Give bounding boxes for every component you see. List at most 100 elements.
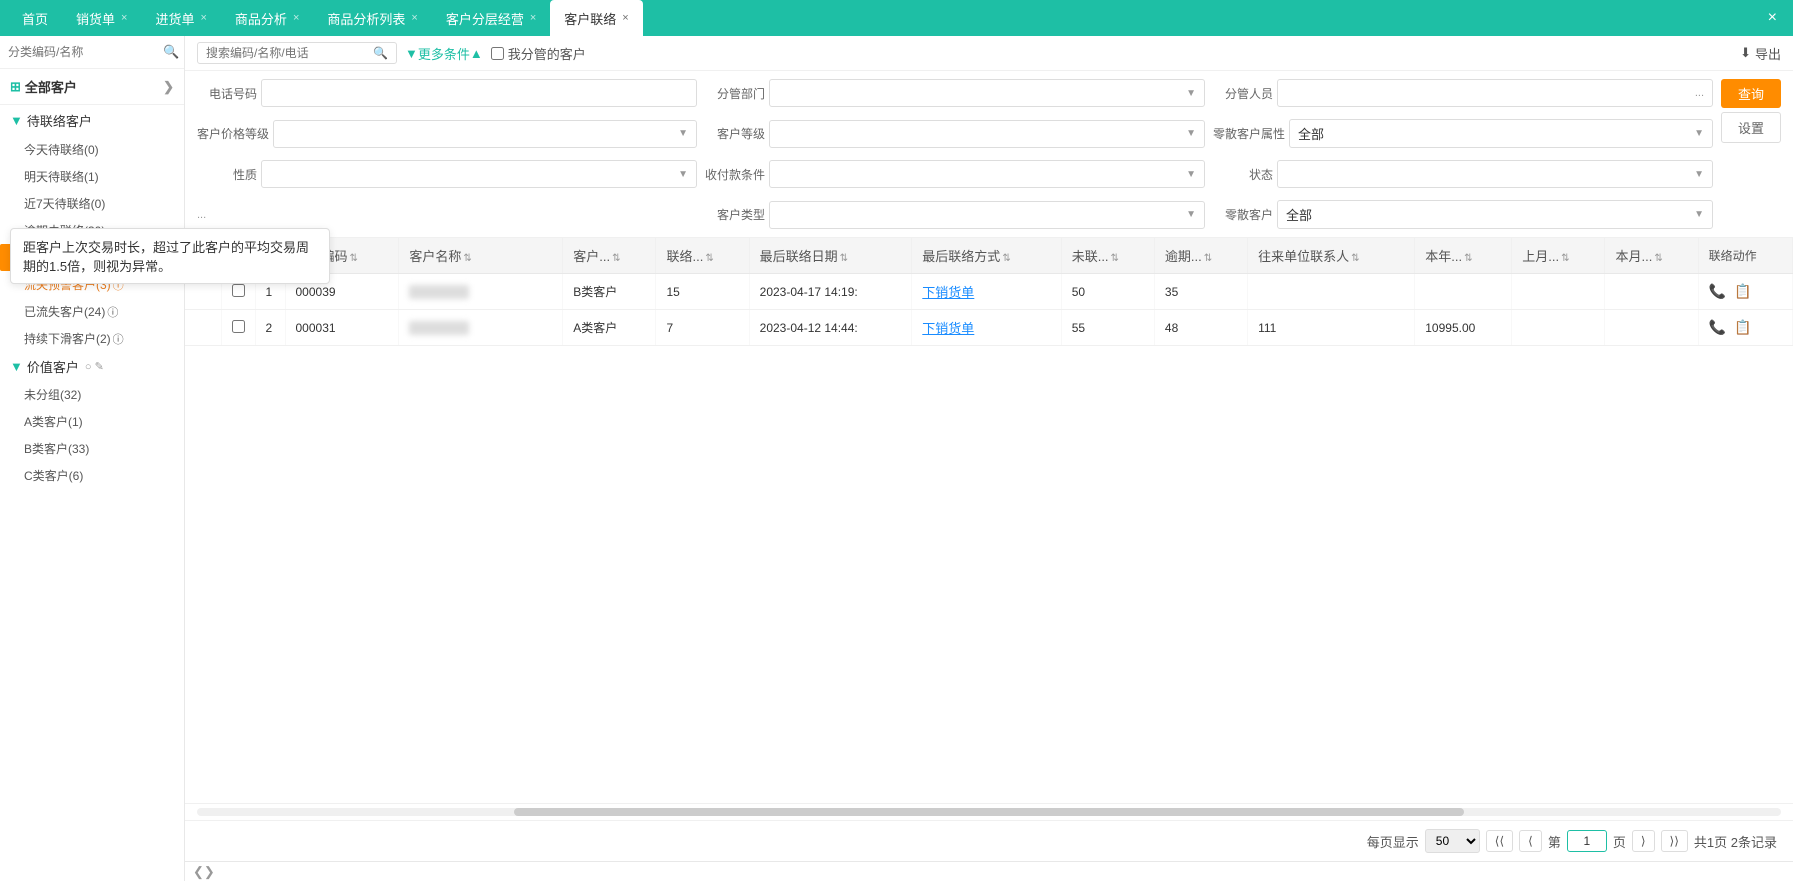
nav-product-analysis-list[interactable]: 商品分析列表 × xyxy=(313,0,431,36)
filter-customer-grade-label: 客户等级 xyxy=(705,125,765,142)
nav-customer-layered[interactable]: 客户分层经营 × xyxy=(432,0,550,36)
filter-retail-attr-select[interactable]: 全部 ▼ xyxy=(1289,119,1713,148)
nav-customer-contact[interactable]: 客户联络 × xyxy=(550,0,642,36)
tree-arrow-pending: ▼ xyxy=(10,113,23,128)
row1-last-date: 2023-04-17 14:19: xyxy=(749,274,912,310)
customer-table: ⚙ # 客户编码⇅ 客户名称⇅ 客户...⇅ xyxy=(185,238,1793,346)
tree-group-pending[interactable]: ▼ 待联络客户 xyxy=(0,105,184,136)
per-page-label: 每页显示 xyxy=(1367,832,1419,851)
sidebar-search-icon[interactable]: 🔍 xyxy=(163,44,179,60)
nav-product-analysis[interactable]: 商品分析 × xyxy=(221,0,313,36)
tree-group-value[interactable]: ▼ 价值客户 ○ ✎ xyxy=(0,352,184,381)
filter-bar: 🔍 ▼ 更多条件 ▲ 我分管的客户 ⬇ 导出 xyxy=(185,36,1793,71)
my-customers-checkbox[interactable] xyxy=(491,47,504,60)
edit-icon-value[interactable]: ○ ✎ xyxy=(85,360,104,373)
prev-page-button[interactable]: ⟨ xyxy=(1519,830,1542,852)
filter-person-label: 分管人员 xyxy=(1213,85,1273,102)
current-page-input[interactable] xyxy=(1567,830,1607,852)
row1-phone-icon[interactable]: 📞 xyxy=(1709,283,1726,300)
row2-index: 2 xyxy=(255,310,285,346)
nav-product-analysis-close[interactable]: × xyxy=(293,12,299,24)
tree-item-tomorrow[interactable]: 明天待联络(1) xyxy=(0,163,184,190)
tree-item-ungrouped[interactable]: 未分组(32) xyxy=(0,381,184,408)
col-this-year[interactable]: 本年...⇅ xyxy=(1415,238,1512,274)
filter-phone-input[interactable] xyxy=(261,79,697,107)
row2-link[interactable]: 下销货单 xyxy=(922,321,974,336)
my-customers-checkbox-area[interactable]: 我分管的客户 xyxy=(491,44,586,63)
filter-price-grade-select[interactable]: ▼ xyxy=(273,120,697,148)
window-close-button[interactable]: × xyxy=(1760,9,1785,27)
col-level[interactable]: 客户...⇅ xyxy=(563,238,656,274)
code-sort-icon: ⇅ xyxy=(350,253,358,264)
horizontal-scroll-area[interactable] xyxy=(185,803,1793,820)
this-year-sort-icon: ⇅ xyxy=(1464,253,1472,264)
search-box: 🔍 xyxy=(197,42,397,64)
filter-customer-type-select[interactable]: ▼ xyxy=(769,201,1205,229)
col-company-contacts[interactable]: 往来单位联系人⇅ xyxy=(1248,238,1415,274)
search-input[interactable] xyxy=(206,46,373,60)
export-button[interactable]: ⬇ 导出 xyxy=(1740,44,1781,63)
tree-item-class-b[interactable]: B类客户(33) xyxy=(0,435,184,462)
nav-customer-layered-close[interactable]: × xyxy=(530,12,536,24)
filter-status-select[interactable]: ▼ xyxy=(1277,160,1713,188)
filter-dept-label: 分管部门 xyxy=(705,85,765,102)
tree-item-today[interactable]: 今天待联络(0) xyxy=(0,136,184,163)
nav-sales[interactable]: 销货单 × xyxy=(62,0,141,36)
col-contacts[interactable]: 联络...⇅ xyxy=(656,238,749,274)
col-overdue[interactable]: 逾期...⇅ xyxy=(1154,238,1247,274)
sidebar-collapse-icon[interactable]: ❯ xyxy=(163,79,174,95)
nav-purchase-close[interactable]: × xyxy=(200,12,206,24)
first-page-button[interactable]: ⟨⟨ xyxy=(1486,830,1513,852)
sidebar-search-input[interactable] xyxy=(8,45,163,59)
row1-select-checkbox[interactable] xyxy=(232,284,245,297)
nav-customer-contact-close[interactable]: × xyxy=(622,12,628,24)
filter-payment-select[interactable]: ▼ xyxy=(769,160,1205,188)
row2-note-icon[interactable]: 📋 xyxy=(1734,319,1751,336)
next-page-button[interactable]: ⟩ xyxy=(1632,830,1655,852)
col-last-date[interactable]: 最后联络日期⇅ xyxy=(749,238,912,274)
sidebar: 🔍 ⊞ 全部客户 ❯ ▼ 待联络客户 今天待联络(0) 明天待联络(1) 近7天… xyxy=(0,36,185,881)
level-sort-icon: ⇅ xyxy=(612,253,620,264)
col-name[interactable]: 客户名称⇅ xyxy=(399,238,563,274)
filter-nature-select[interactable]: ▼ xyxy=(261,160,697,188)
filter-person-select[interactable]: ... xyxy=(1277,79,1713,107)
row2-select-checkbox[interactable] xyxy=(232,320,245,333)
tree-item-7days[interactable]: 近7天待联络(0) xyxy=(0,190,184,217)
row1-last-method: 下销货单 xyxy=(912,274,1061,310)
filter-retail-customer-select[interactable]: 全部 ▼ xyxy=(1277,200,1713,229)
filter-row-2: 客户价格等级 ▼ 客户等级 ▼ xyxy=(197,119,1713,148)
more-conditions-btn[interactable]: ▼ 更多条件 ▲ xyxy=(405,44,483,63)
settings-button[interactable]: 设置 xyxy=(1721,112,1781,143)
col-last-method[interactable]: 最后联络方式⇅ xyxy=(912,238,1061,274)
last-page-button[interactable]: ⟩⟩ xyxy=(1661,830,1688,852)
row2-phone-icon[interactable]: 📞 xyxy=(1709,319,1726,336)
pagination: 每页显示 50 100 200 ⟨⟨ ⟨ 第 页 ⟩ ⟩⟩ 共1页 2条记录 xyxy=(185,820,1793,861)
nav-home[interactable]: 首页 xyxy=(8,0,62,36)
info-icon-declining: ⓘ xyxy=(113,331,124,347)
per-page-select[interactable]: 50 100 200 xyxy=(1425,829,1480,853)
scroll-right-icon[interactable]: ❯ xyxy=(204,864,215,880)
tree-item-declining[interactable]: 持续下滑客户(2) ⓘ xyxy=(0,325,184,352)
scroll-track[interactable] xyxy=(197,808,1781,816)
scroll-thumb[interactable] xyxy=(514,808,1464,816)
col-last-month[interactable]: 上月...⇅ xyxy=(1512,238,1605,274)
filter-action-buttons: 查询 设置 xyxy=(1721,79,1781,229)
nav-sales-close[interactable]: × xyxy=(121,12,127,24)
row1-link[interactable]: 下销货单 xyxy=(922,285,974,300)
search-box-icon[interactable]: 🔍 xyxy=(373,46,388,60)
nav-product-analysis-list-close[interactable]: × xyxy=(411,12,417,24)
query-button[interactable]: 查询 xyxy=(1721,79,1781,108)
nav-purchase[interactable]: 进货单 × xyxy=(141,0,220,36)
scroll-left-icon[interactable]: ❮ xyxy=(193,864,204,880)
col-unreached[interactable]: 未联...⇅ xyxy=(1061,238,1154,274)
filter-customer-grade-select[interactable]: ▼ xyxy=(769,120,1205,148)
tree-item-class-a[interactable]: A类客户(1) xyxy=(0,408,184,435)
tree-item-class-c[interactable]: C类客户(6) xyxy=(0,462,184,489)
row2-this-month xyxy=(1605,310,1698,346)
col-this-month[interactable]: 本月...⇅ xyxy=(1605,238,1698,274)
row1-overdue: 35 xyxy=(1154,274,1247,310)
filter-dept-select[interactable]: ▼ xyxy=(769,79,1205,107)
tree-item-lost[interactable]: 已流失客户(24) ⓘ xyxy=(0,298,184,325)
filter-payment-label: 收付款条件 xyxy=(705,166,765,183)
row1-note-icon[interactable]: 📋 xyxy=(1734,283,1751,300)
